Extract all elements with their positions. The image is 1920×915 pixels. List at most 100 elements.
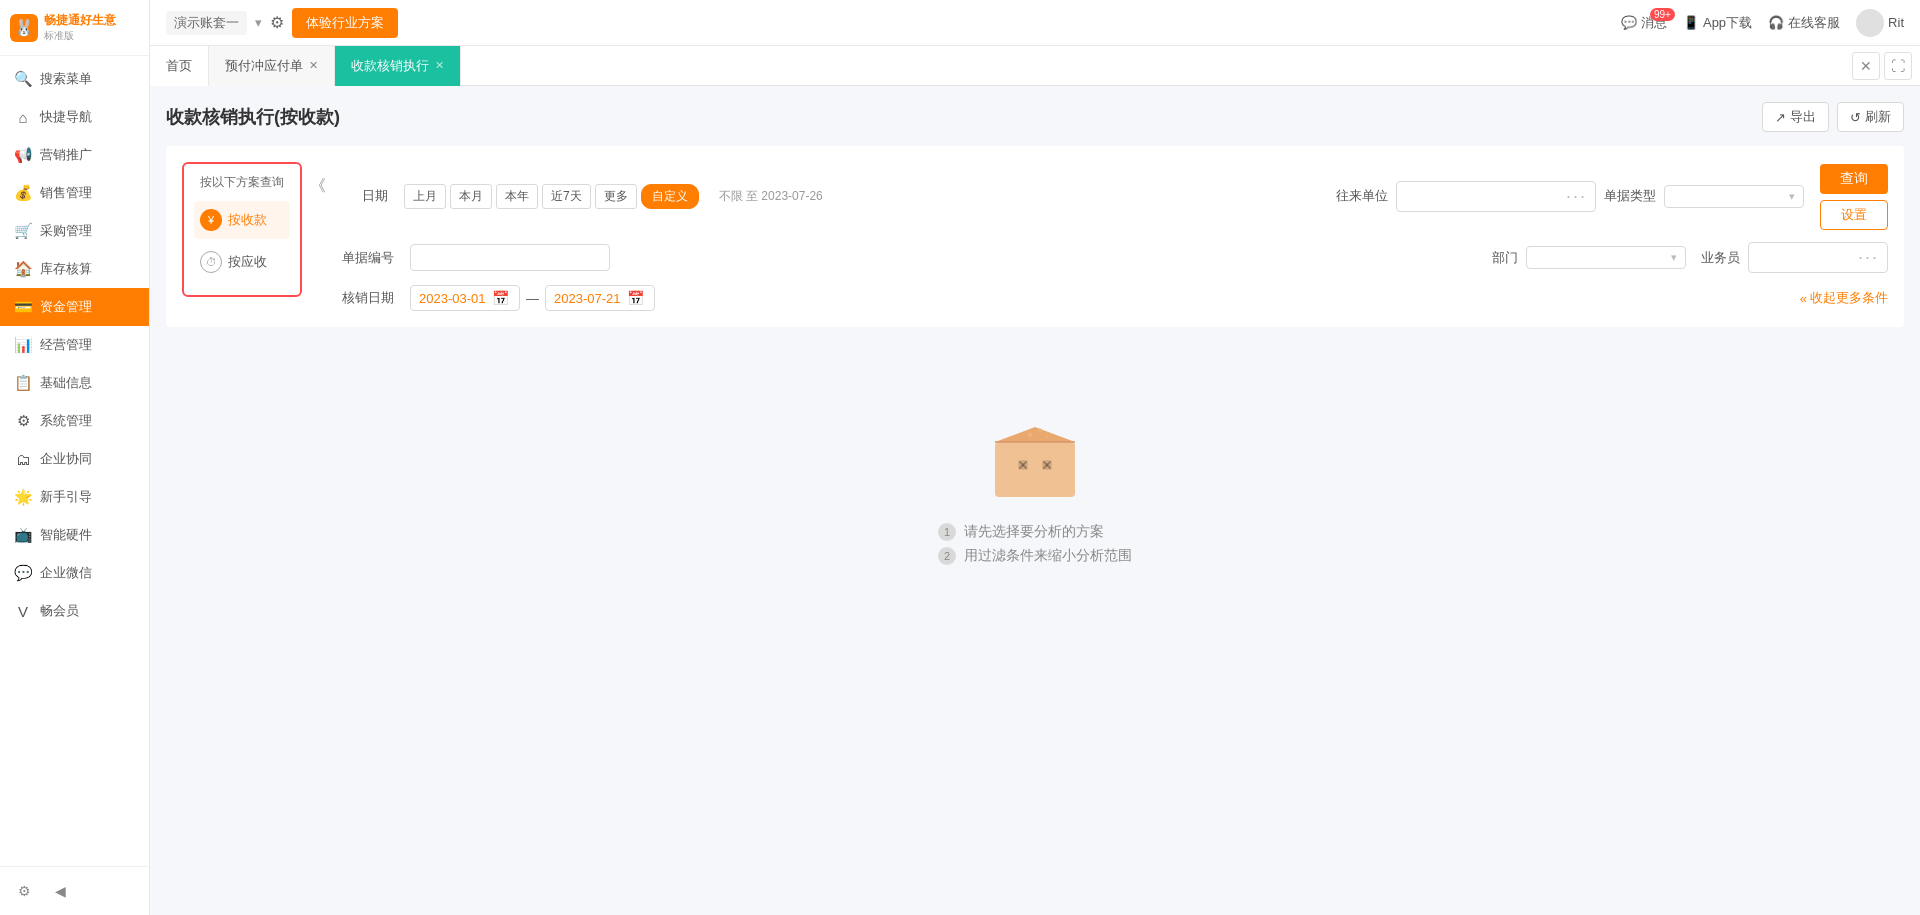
filter-option-receipt[interactable]: ¥ 按收款 (194, 201, 290, 239)
user-display-item[interactable]: Rit (1856, 9, 1904, 37)
sidebar-item-member[interactable]: V畅会员 (0, 592, 149, 630)
write-off-date-label: 核销日期 (342, 289, 394, 307)
staff-dots-icon: ··· (1858, 247, 1879, 268)
filter-main: 日期 上月 本月 本年 近7天 更多 自定义 不限 至 2023-07-26 往… (342, 162, 1888, 311)
settings-icon[interactable]: ⚙ (10, 877, 38, 905)
write-off-start-date[interactable]: 2023-03-01 📅 (410, 285, 520, 311)
write-off-date-range: 2023-03-01 📅 — 2023-07-21 📅 (410, 285, 655, 311)
sidebar-item-wechat[interactable]: 💬企业微信 (0, 554, 149, 592)
counterparty-input[interactable]: ··· (1396, 181, 1596, 212)
sidebar-item-business[interactable]: 📊经营管理 (0, 326, 149, 364)
sidebar-item-purchase[interactable]: 🛒采购管理 (0, 212, 149, 250)
empty-hint-2: 2 用过滤条件来缩小分析范围 (938, 547, 1132, 565)
filter-sidebar-collapse-btn[interactable]: 《 (306, 174, 330, 199)
sidebar-item-search[interactable]: 🔍搜索菜单 (0, 60, 149, 98)
query-actions: 查询 设置 (1820, 162, 1888, 230)
tabs-controls: ✕ ⛶ (1852, 52, 1920, 80)
sidebar-nav: 🔍搜索菜单⌂快捷导航📢营销推广💰销售管理🛒采购管理🏠库存核算💳资金管理📊经营管理… (0, 56, 149, 866)
tab-prepay-close[interactable]: ✕ (309, 59, 318, 72)
voucher-number-input[interactable] (410, 244, 610, 271)
voucher-type-select[interactable]: ▾ (1664, 185, 1804, 208)
date-btns: 上月 本月 本年 近7天 更多 自定义 (404, 184, 699, 209)
sidebar-item-label-system: 系统管理 (40, 412, 92, 430)
page-title: 收款核销执行(按收款) (166, 105, 340, 129)
sidebar-item-label-guide: 新手引导 (40, 488, 92, 506)
tab-home[interactable]: 首页 (150, 46, 209, 86)
date-btn-this-month[interactable]: 本月 (450, 184, 492, 209)
query-btn[interactable]: 查询 (1820, 164, 1888, 194)
sidebar-item-shortcut[interactable]: ⌂快捷导航 (0, 98, 149, 136)
purchase-icon: 🛒 (14, 222, 32, 240)
empty-illustration (975, 407, 1095, 507)
sidebar-logo-text: 畅捷通好生意 标准版 (44, 12, 116, 43)
sidebar-item-hardware[interactable]: 📺智能硬件 (0, 516, 149, 554)
sidebar-item-marketing[interactable]: 📢营销推广 (0, 136, 149, 174)
department-select[interactable]: ▾ (1526, 246, 1686, 269)
tab-expand-btn[interactable]: ⛶ (1884, 52, 1912, 80)
filter-sidebar: 按以下方案查询 ¥ 按收款 ⏱ 按应收 (182, 162, 302, 297)
tab-receipt[interactable]: 收款核销执行 ✕ (335, 46, 461, 86)
message-badge: 99+ (1650, 8, 1675, 21)
date-btn-last-month[interactable]: 上月 (404, 184, 446, 209)
app-download-item[interactable]: 📱 App下载 (1683, 14, 1752, 32)
sidebar-item-system[interactable]: ⚙ 系统管理 (0, 402, 149, 440)
sidebar-item-label-member: 畅会员 (40, 602, 79, 620)
sidebar-item-basic[interactable]: 📋基础信息 (0, 364, 149, 402)
svg-rect-0 (995, 442, 1075, 497)
tab-receipt-close[interactable]: ✕ (435, 59, 444, 72)
online-service-item[interactable]: 🎧 在线客服 (1768, 14, 1840, 32)
refresh-btn[interactable]: ↺ 刷新 (1837, 102, 1904, 132)
counterparty-dots-icon: ··· (1566, 186, 1587, 207)
topbar-gear-icon[interactable]: ⚙ (270, 13, 284, 32)
sidebar-item-guide[interactable]: 🌟新手引导 (0, 478, 149, 516)
tab-prepay-label: 预付冲应付单 (225, 57, 303, 75)
svg-point-9 (1028, 433, 1033, 438)
calendar-start-icon: 📅 (492, 290, 509, 306)
date-btn-more[interactable]: 更多 (595, 184, 637, 209)
sidebar-item-label-wechat: 企业微信 (40, 564, 92, 582)
sidebar-item-cooperation[interactable]: 🗂企业协同 (0, 440, 149, 478)
export-btn[interactable]: ↗ 导出 (1762, 102, 1829, 132)
setting-btn[interactable]: 设置 (1820, 200, 1888, 230)
date-btn-last-7days[interactable]: 近7天 (542, 184, 591, 209)
tab-prepay[interactable]: 预付冲应付单 ✕ (209, 46, 335, 86)
shortcut-icon: ⌂ (14, 109, 32, 126)
export-icon: ↗ (1775, 110, 1786, 125)
hardware-icon: 📺 (14, 526, 32, 544)
collapse-sidebar-icon[interactable]: ◀ (46, 877, 74, 905)
system-icon: ⚙ (14, 412, 32, 430)
receipt-option-icon: ¥ (200, 209, 222, 231)
receipt-option-label: 按收款 (228, 211, 267, 229)
sidebar-item-label-business: 经营管理 (40, 336, 92, 354)
sidebar-item-finance[interactable]: 💳资金管理 (0, 288, 149, 326)
sidebar-item-label-sales: 销售管理 (40, 184, 92, 202)
date-no-limit: 不限 至 2023-07-26 (719, 188, 823, 205)
staff-input[interactable]: ··· (1748, 242, 1888, 273)
date-btn-this-year[interactable]: 本年 (496, 184, 538, 209)
app-download-icon: 📱 (1683, 15, 1699, 30)
collapse-more-btn[interactable]: « 收起更多条件 (1800, 289, 1888, 307)
counterparty-label: 往来单位 (1336, 187, 1388, 205)
staff-label: 业务员 (1694, 249, 1740, 267)
message-item[interactable]: 💬 消息 99+ (1621, 14, 1667, 32)
tab-close-all-btn[interactable]: ✕ (1852, 52, 1880, 80)
collapse-icon: « (1800, 291, 1807, 306)
receivable-option-label: 按应收 (228, 253, 267, 271)
topbar-left: 演示账套一 ▾ ⚙ 体验行业方案 (166, 8, 1609, 38)
department-label: 部门 (1472, 249, 1518, 267)
user-display-name: Rit (1888, 15, 1904, 30)
svg-point-11 (1046, 436, 1049, 439)
empty-num-1: 1 (938, 523, 956, 541)
svg-marker-1 (995, 427, 1075, 442)
sidebar-item-inventory[interactable]: 🏠库存核算 (0, 250, 149, 288)
filter-option-receivable[interactable]: ⏱ 按应收 (194, 243, 290, 281)
sidebar-item-sales[interactable]: 💰销售管理 (0, 174, 149, 212)
app-download-label: App下载 (1703, 14, 1752, 32)
date-label: 日期 (342, 187, 388, 205)
write-off-end-date[interactable]: 2023-07-21 📅 (545, 285, 655, 311)
topbar-dropdown-icon[interactable]: ▾ (255, 15, 262, 30)
cooperation-icon: 🗂 (14, 451, 32, 468)
industry-btn[interactable]: 体验行业方案 (292, 8, 398, 38)
date-btn-custom[interactable]: 自定义 (641, 184, 699, 209)
topbar-username[interactable]: 演示账套一 (166, 11, 247, 35)
